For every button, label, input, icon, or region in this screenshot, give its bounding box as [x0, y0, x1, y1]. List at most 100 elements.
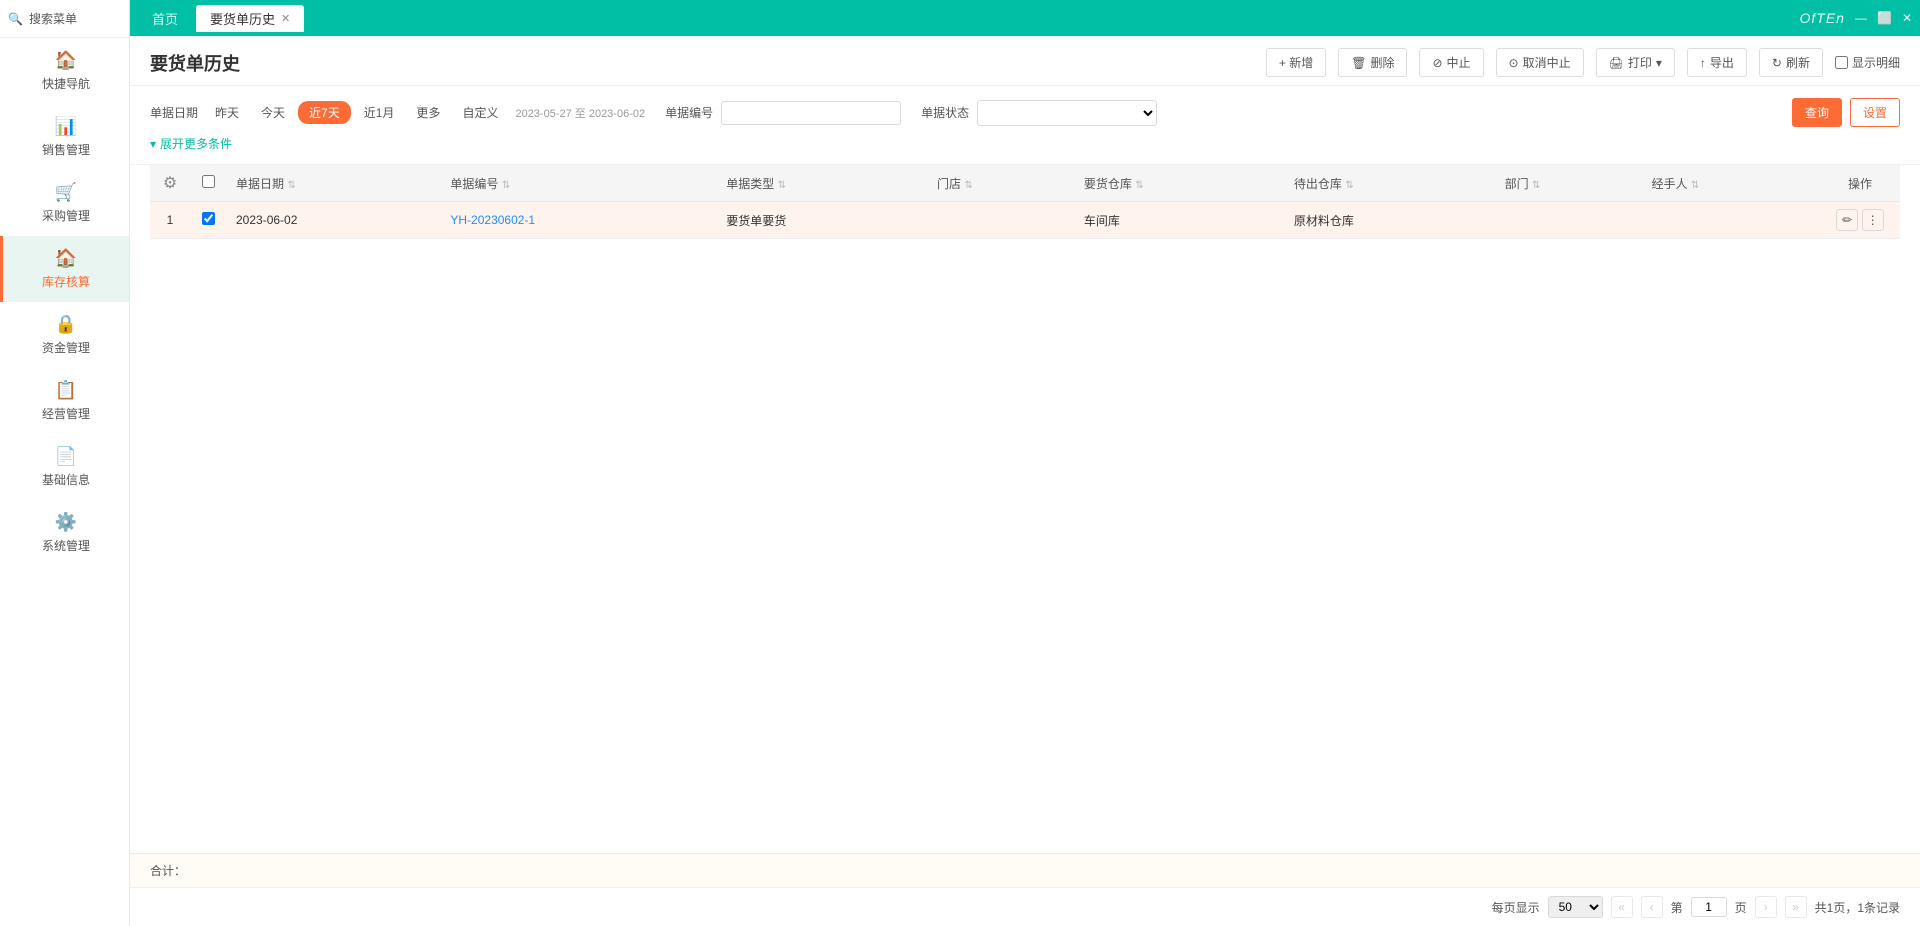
filter-billno-item: 单据编号 — [665, 101, 901, 125]
date-btn-more[interactable]: 更多 — [407, 101, 449, 124]
cell-handler — [1641, 202, 1820, 239]
date-btn-today[interactable]: 今天 — [252, 101, 294, 124]
status-select[interactable] — [977, 100, 1157, 126]
sidebar-item-basic[interactable]: 📄 基础信息 — [0, 434, 129, 500]
last-page-button[interactable]: » — [1785, 896, 1807, 918]
query-button[interactable]: 查询 — [1792, 98, 1842, 127]
print-label: 打印 — [1628, 54, 1652, 71]
table-row[interactable]: 1 2023-06-02 YH-20230602-1 要货单要货 — [150, 202, 1900, 239]
tab-home[interactable]: 首页 — [138, 5, 192, 32]
row-index: 1 — [167, 213, 174, 227]
suspend-icon: ⊘ — [1432, 56, 1442, 70]
page-size-label: 每页显示 — [1492, 899, 1540, 916]
suspend-button[interactable]: ⊘ 中止 — [1419, 48, 1483, 77]
finance-icon: 🔒 — [55, 314, 77, 335]
col-handler-label: 经手人 — [1651, 177, 1687, 191]
export-icon: ↑ — [1700, 56, 1706, 70]
sales-icon: 📊 — [55, 116, 77, 137]
filter-action-buttons: 查询 设置 — [1792, 98, 1900, 127]
row-bill-no-link[interactable]: YH-20230602-1 — [450, 213, 535, 227]
cell-bill-date: 2023-06-02 — [226, 202, 440, 239]
col-header-bill-no[interactable]: 单据编号 ⇅ — [440, 165, 716, 202]
col-header-settings[interactable]: ⚙ — [150, 165, 190, 202]
col-bill-type-label: 单据类型 — [726, 177, 774, 191]
first-page-button[interactable]: « — [1611, 896, 1633, 918]
page-container: 要货单历史 + 新增 🗑 删除 ⊘ 中止 ⊙ 取消中止 🖨 打印 — [130, 36, 1920, 926]
operation-icon: 📋 — [55, 380, 77, 401]
prev-page-button[interactable]: ‹ — [1641, 896, 1663, 918]
window-close-icon[interactable]: ✕ — [1902, 11, 1912, 25]
sidebar-item-label: 采购管理 — [42, 207, 90, 224]
cell-checkbox[interactable] — [190, 202, 226, 239]
page-unit: 页 — [1735, 899, 1747, 916]
billno-input[interactable] — [721, 101, 901, 125]
billno-filter-label: 单据编号 — [665, 104, 713, 121]
sidebar-search[interactable]: 🔍 搜索菜单 — [0, 0, 129, 38]
sidebar-item-quick-nav[interactable]: 🏠 快捷导航 — [0, 38, 129, 104]
sidebar-item-system[interactable]: ⚙️ 系统管理 — [0, 500, 129, 566]
sidebar-item-label: 经营管理 — [42, 405, 90, 422]
filter-row: 单据日期 昨天 今天 近7天 近1月 更多 自定义 2023-05-27 至 2… — [150, 98, 1900, 127]
window-maximize-icon[interactable]: ⬜ — [1877, 11, 1892, 25]
col-header-bill-date[interactable]: 单据日期 ⇅ — [226, 165, 440, 202]
row-req-warehouse: 车间库 — [1084, 214, 1120, 228]
sort-icon-pending-warehouse: ⇅ — [1345, 180, 1353, 191]
delete-button[interactable]: 🗑 删除 — [1338, 48, 1407, 77]
date-btn-7days[interactable]: 近7天 — [298, 101, 351, 124]
col-store-label: 门店 — [937, 177, 961, 191]
refresh-label: 刷新 — [1786, 54, 1810, 71]
row-checkbox[interactable] — [202, 212, 215, 225]
page-goto-label: 第 — [1671, 899, 1683, 916]
date-btn-yesterday[interactable]: 昨天 — [206, 101, 248, 124]
sidebar-item-label: 资金管理 — [42, 339, 90, 356]
new-button[interactable]: + 新增 — [1266, 48, 1326, 77]
col-header-req-warehouse[interactable]: 要货仓库 ⇅ — [1074, 165, 1284, 202]
col-header-dept[interactable]: 部门 ⇅ — [1495, 165, 1642, 202]
settings-button[interactable]: 设置 — [1850, 98, 1900, 127]
sidebar-item-label: 库存核算 — [42, 273, 90, 290]
date-filter-label: 单据日期 — [150, 104, 198, 121]
col-bill-no-label: 单据编号 — [450, 177, 498, 191]
col-dept-label: 部门 — [1505, 177, 1529, 191]
col-header-checkbox[interactable] — [190, 165, 226, 202]
sidebar-item-sales[interactable]: 📊 销售管理 — [0, 104, 129, 170]
date-btn-1month[interactable]: 近1月 — [355, 101, 404, 124]
col-header-handler[interactable]: 经手人 ⇅ — [1641, 165, 1820, 202]
tab-bar: 首页 要货单历史 ✕ OfTEn — ⬜ ✕ — [130, 0, 1920, 36]
basic-icon: 📄 — [55, 446, 77, 467]
expand-more-button[interactable]: ▾ 展开更多条件 — [150, 135, 1900, 152]
row-action-more-icon[interactable]: ⋮ — [1862, 209, 1884, 231]
settings-col-icon[interactable]: ⚙ — [163, 175, 177, 192]
page-input[interactable] — [1691, 897, 1727, 917]
show-detail-checkbox[interactable] — [1835, 56, 1848, 69]
sidebar: 🔍 搜索菜单 🏠 快捷导航 📊 销售管理 🛒 采购管理 🏠 库存核算 🔒 资金管… — [0, 0, 130, 926]
sidebar-item-operation[interactable]: 📋 经营管理 — [0, 368, 129, 434]
col-header-bill-type[interactable]: 单据类型 ⇅ — [716, 165, 927, 202]
brand-label: OfTEn — [1800, 10, 1845, 26]
expand-label: 展开更多条件 — [160, 135, 232, 152]
col-header-pending-warehouse[interactable]: 待出仓库 ⇅ — [1284, 165, 1495, 202]
col-header-store[interactable]: 门店 ⇅ — [927, 165, 1074, 202]
sidebar-item-purchase[interactable]: 🛒 采购管理 — [0, 170, 129, 236]
main-content: 首页 要货单历史 ✕ OfTEn — ⬜ ✕ 要货单历史 + 新增 🗑 删除 ⊘ — [130, 0, 1920, 926]
sidebar-item-inventory[interactable]: 🏠 库存核算 — [0, 236, 129, 302]
sidebar-search-label: 搜索菜单 — [29, 10, 77, 27]
col-bill-date-label: 单据日期 — [236, 177, 284, 191]
tab-requisition-history[interactable]: 要货单历史 ✕ — [196, 5, 304, 32]
print-button[interactable]: 🖨 打印 ▾ — [1596, 48, 1675, 77]
page-size-select[interactable]: 20 50 100 — [1548, 896, 1603, 918]
next-page-button[interactable]: › — [1755, 896, 1777, 918]
cell-bill-no[interactable]: YH-20230602-1 — [440, 202, 716, 239]
select-all-checkbox[interactable] — [202, 175, 215, 188]
sidebar-item-label: 基础信息 — [42, 471, 90, 488]
sidebar-item-finance[interactable]: 🔒 资金管理 — [0, 302, 129, 368]
refresh-button[interactable]: ↻ 刷新 — [1759, 48, 1823, 77]
cancel-suspend-button[interactable]: ⊙ 取消中止 — [1496, 48, 1584, 77]
export-button[interactable]: ↑ 导出 — [1687, 48, 1747, 77]
sort-icon-bill-type: ⇅ — [778, 180, 786, 191]
tab-close-icon[interactable]: ✕ — [281, 12, 290, 25]
row-action-edit-icon[interactable]: ✏ — [1836, 209, 1858, 231]
cancel-suspend-label: 取消中止 — [1523, 54, 1571, 71]
date-btn-custom[interactable]: 自定义 — [453, 101, 507, 124]
window-minimize-icon[interactable]: — — [1855, 11, 1867, 25]
